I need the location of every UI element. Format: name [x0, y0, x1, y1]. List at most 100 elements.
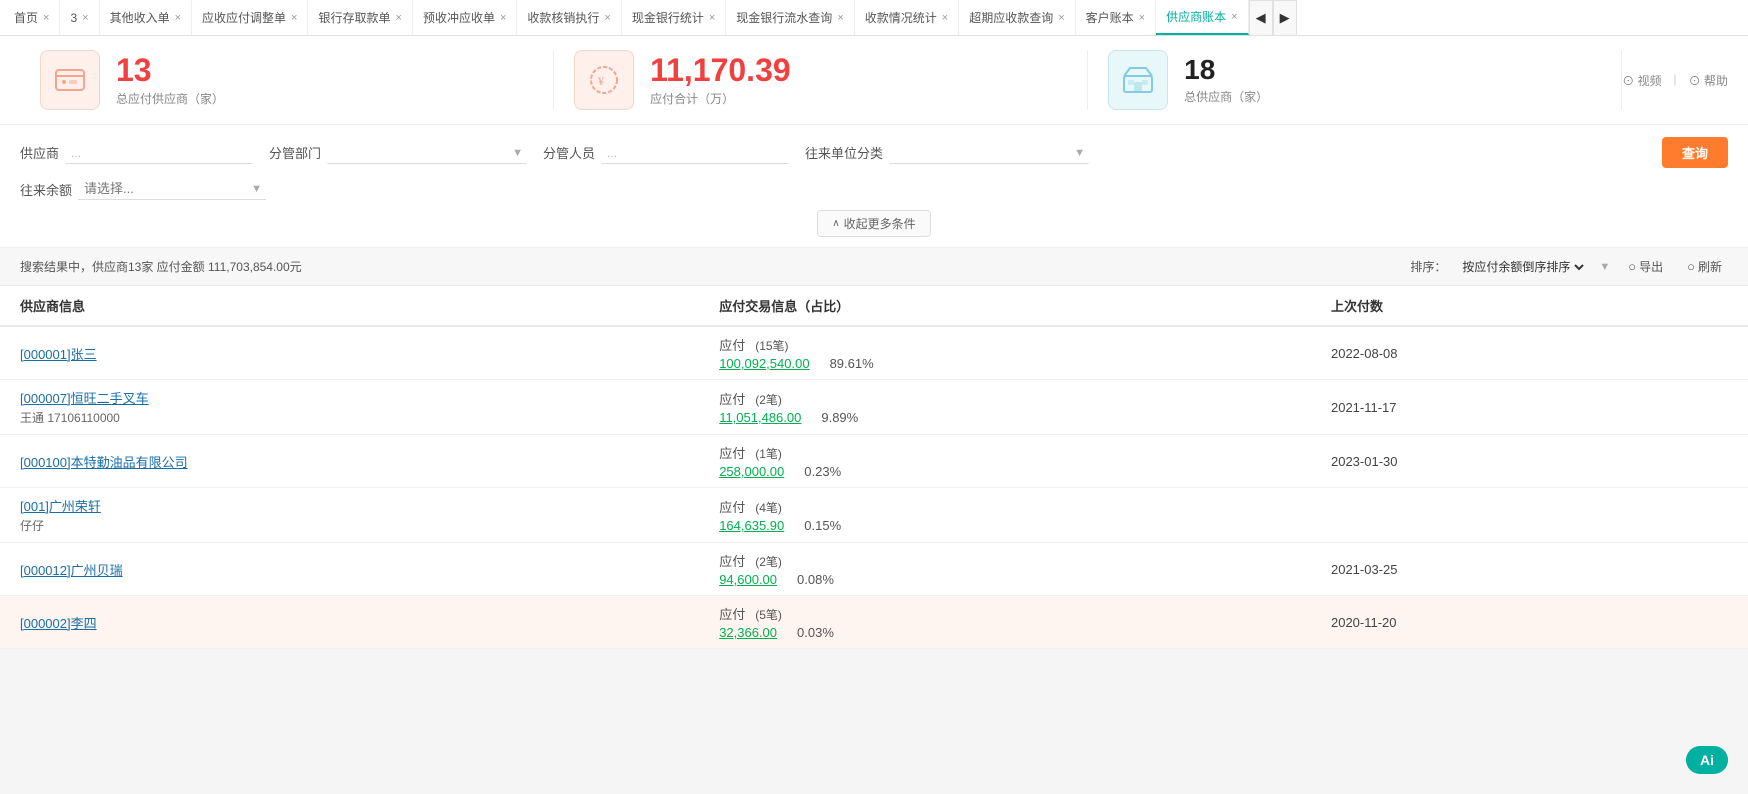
supplier-link[interactable]: [000100]本特勤油品有限公司 — [20, 455, 188, 470]
nav-tab-adjust[interactable]: 应收应付调整单 × — [192, 0, 308, 35]
tx-row: 应付 (5笔) — [719, 604, 1291, 623]
tx-row: 应付 (15笔) — [719, 335, 1291, 354]
nav-tab-advance-close[interactable]: × — [500, 12, 506, 24]
nav-tab-1-label: 3 — [70, 11, 77, 25]
collapse-chevron-icon: ∧ — [832, 218, 839, 229]
summary-card-payable-amount: ¥ 11,170.39 应付合计（万） — [554, 50, 1088, 110]
filter-row-2: 往来余额 ▼ — [20, 178, 1728, 200]
supplier-link[interactable]: [000007]恒旺二手叉车 — [20, 391, 149, 406]
nav-tab-adjust-close[interactable]: × — [291, 12, 297, 24]
sort-select[interactable]: 按应付余额倒序排序 — [1458, 259, 1587, 275]
help-link[interactable]: ⊙ 帮助 — [1689, 72, 1728, 89]
video-link[interactable]: ⊙ 视频 — [1622, 72, 1661, 89]
tx-count: (2笔) — [755, 391, 782, 408]
supplier-info-cell: [001]广州荣轩仔仔 — [0, 488, 699, 543]
tx-count: (4笔) — [755, 499, 782, 516]
supplier-link[interactable]: [000001]张三 — [20, 347, 97, 362]
table-row: [000001]张三 应付 (15笔) 100,092,540.00 89.61… — [0, 326, 1748, 380]
nav-tab-bank-close[interactable]: × — [396, 12, 402, 24]
supplier-link[interactable]: [000002]李四 — [20, 616, 97, 631]
supplier-info-cell: [000007]恒旺二手叉车王通 17106110000 — [0, 380, 699, 435]
nav-tab-cash-stat[interactable]: 现金银行统计 × — [622, 0, 726, 35]
supplier-link[interactable]: [001]广州荣轩 — [20, 499, 101, 514]
nav-arrow-right[interactable]: ▶ — [1273, 0, 1297, 36]
supplier-icon — [40, 50, 100, 110]
tx-amount[interactable]: 100,092,540.00 — [719, 356, 809, 371]
collapse-filter-button[interactable]: ∧ 收起更多条件 — [817, 210, 930, 237]
nav-tab-customer[interactable]: 客户账本 × — [1076, 0, 1156, 35]
tx-amount-row: 94,600.00 0.08% — [719, 572, 1291, 587]
tx-amount[interactable]: 11,051,486.00 — [719, 410, 801, 425]
nav-tab-bank-label: 银行存取款单 — [318, 9, 390, 26]
result-bar: 搜索结果中，供应商13家 应付金额 111,703,854.00元 排序： 按应… — [0, 248, 1748, 286]
nav-tab-cash-flow[interactable]: 现金银行流水查询 × — [726, 0, 854, 35]
nav-tab-receipt-close[interactable]: × — [604, 12, 610, 24]
dept-filter-input[interactable] — [327, 142, 527, 164]
category-filter-input[interactable] — [889, 142, 1089, 164]
nav-tab-receipt-stat-close[interactable]: × — [942, 12, 948, 24]
nav-tab-supplier-close[interactable]: × — [1231, 11, 1237, 23]
supplier-sub-info: 仔仔 — [20, 517, 679, 534]
refresh-button[interactable]: ○ 刷新 — [1681, 256, 1728, 277]
tx-count: (15笔) — [755, 337, 788, 354]
query-button[interactable]: 查询 — [1662, 137, 1728, 168]
nav-tab-supplier[interactable]: 供应商账本 × — [1156, 0, 1248, 35]
nav-tab-customer-close[interactable]: × — [1139, 12, 1145, 24]
last-payment-cell: 2020-11-20 — [1311, 596, 1748, 649]
person-filter-label: 分管人员 — [543, 143, 595, 162]
filter-dept: 分管部门 ▼ — [269, 142, 527, 164]
col-header-tx: 应付交易信息（占比） — [699, 286, 1311, 326]
tx-amount[interactable]: 258,000.00 — [719, 464, 784, 479]
tx-info-cell: 应付 (2笔) 94,600.00 0.08% — [699, 543, 1311, 596]
tx-amount[interactable]: 164,635.90 — [719, 518, 784, 533]
sort-area: 排序： 按应付余额倒序排序 ▼ ○ 导出 ○ 刷新 — [1410, 256, 1728, 277]
nav-tab-advance[interactable]: 预收冲应收单 × — [413, 0, 517, 35]
nav-tab-1[interactable]: 3 × — [60, 0, 99, 35]
nav-tab-bank[interactable]: 银行存取款单 × — [308, 0, 412, 35]
total-supplier-label: 总供应商（家） — [1184, 88, 1268, 105]
nav-tab-receipt-stat[interactable]: 收款情况统计 × — [855, 0, 959, 35]
nav-tab-cash-flow-close[interactable]: × — [837, 12, 843, 24]
nav-tab-other-income-close[interactable]: × — [175, 12, 181, 24]
nav-tab-home-close[interactable]: × — [43, 12, 49, 24]
nav-tab-adjust-label: 应收应付调整单 — [202, 9, 286, 26]
nav-tab-receipt-label: 收款核销执行 — [527, 9, 599, 26]
category-filter-wrap: ▼ — [889, 142, 1089, 164]
nav-tab-other-income[interactable]: 其他收入单 × — [100, 0, 192, 35]
supplier-link[interactable]: [000012]广州贝瑞 — [20, 563, 123, 578]
nav-tab-receipt[interactable]: 收款核销执行 × — [517, 0, 621, 35]
refresh-icon: ○ — [1687, 259, 1695, 274]
nav-tab-cash-stat-close[interactable]: × — [709, 12, 715, 24]
filter-row-1: 供应商 分管部门 ▼ 分管人员 往来单位分类 ▼ 查询 — [20, 137, 1728, 168]
balance-filter-input[interactable] — [78, 178, 266, 200]
tx-count: (1笔) — [755, 445, 782, 462]
person-filter-input[interactable] — [601, 142, 789, 164]
collapse-button-label: 收起更多条件 — [844, 215, 916, 232]
nav-tab-1-close[interactable]: × — [82, 12, 88, 24]
last-payment-cell: 2023-01-30 — [1311, 435, 1748, 488]
tx-info-cell: 应付 (4笔) 164,635.90 0.15% — [699, 488, 1311, 543]
tx-amount[interactable]: 32,366.00 — [719, 625, 777, 640]
tx-amount-row: 164,635.90 0.15% — [719, 518, 1291, 533]
tx-row: 应付 (1笔) — [719, 443, 1291, 462]
col-header-supplier: 供应商信息 — [0, 286, 699, 326]
nav-tab-overdue-close[interactable]: × — [1058, 12, 1064, 24]
supplier-filter-input[interactable] — [65, 142, 253, 164]
nav-arrow-left[interactable]: ◀ — [1249, 0, 1273, 36]
tx-info-cell: 应付 (5笔) 32,366.00 0.03% — [699, 596, 1311, 649]
nav-tab-overdue[interactable]: 超期应收款查询 × — [959, 0, 1075, 35]
filter-balance: 往来余额 ▼ — [20, 178, 266, 200]
dept-filter-label: 分管部门 — [269, 143, 321, 162]
help-links: ⊙ 视频 | ⊙ 帮助 — [1622, 72, 1728, 89]
nav-tab-home[interactable]: 首页 × — [4, 0, 60, 35]
tx-percent: 0.15% — [804, 518, 841, 533]
ai-badge[interactable]: Ai — [1686, 746, 1728, 774]
tx-amount[interactable]: 94,600.00 — [719, 572, 777, 587]
nav-tab-receipt-stat-label: 收款情况统计 — [865, 9, 937, 26]
last-payment-date: 2020-11-20 — [1331, 615, 1397, 630]
data-table-wrap: 供应商信息 应付交易信息（占比） 上次付数 [000001]张三 应付 (15笔… — [0, 286, 1748, 649]
supplier-filter-label: 供应商 — [20, 143, 59, 162]
export-button[interactable]: ○ 导出 — [1622, 256, 1669, 277]
tx-label: 应付 — [719, 443, 745, 462]
tx-info-cell: 应付 (15笔) 100,092,540.00 89.61% — [699, 326, 1311, 380]
